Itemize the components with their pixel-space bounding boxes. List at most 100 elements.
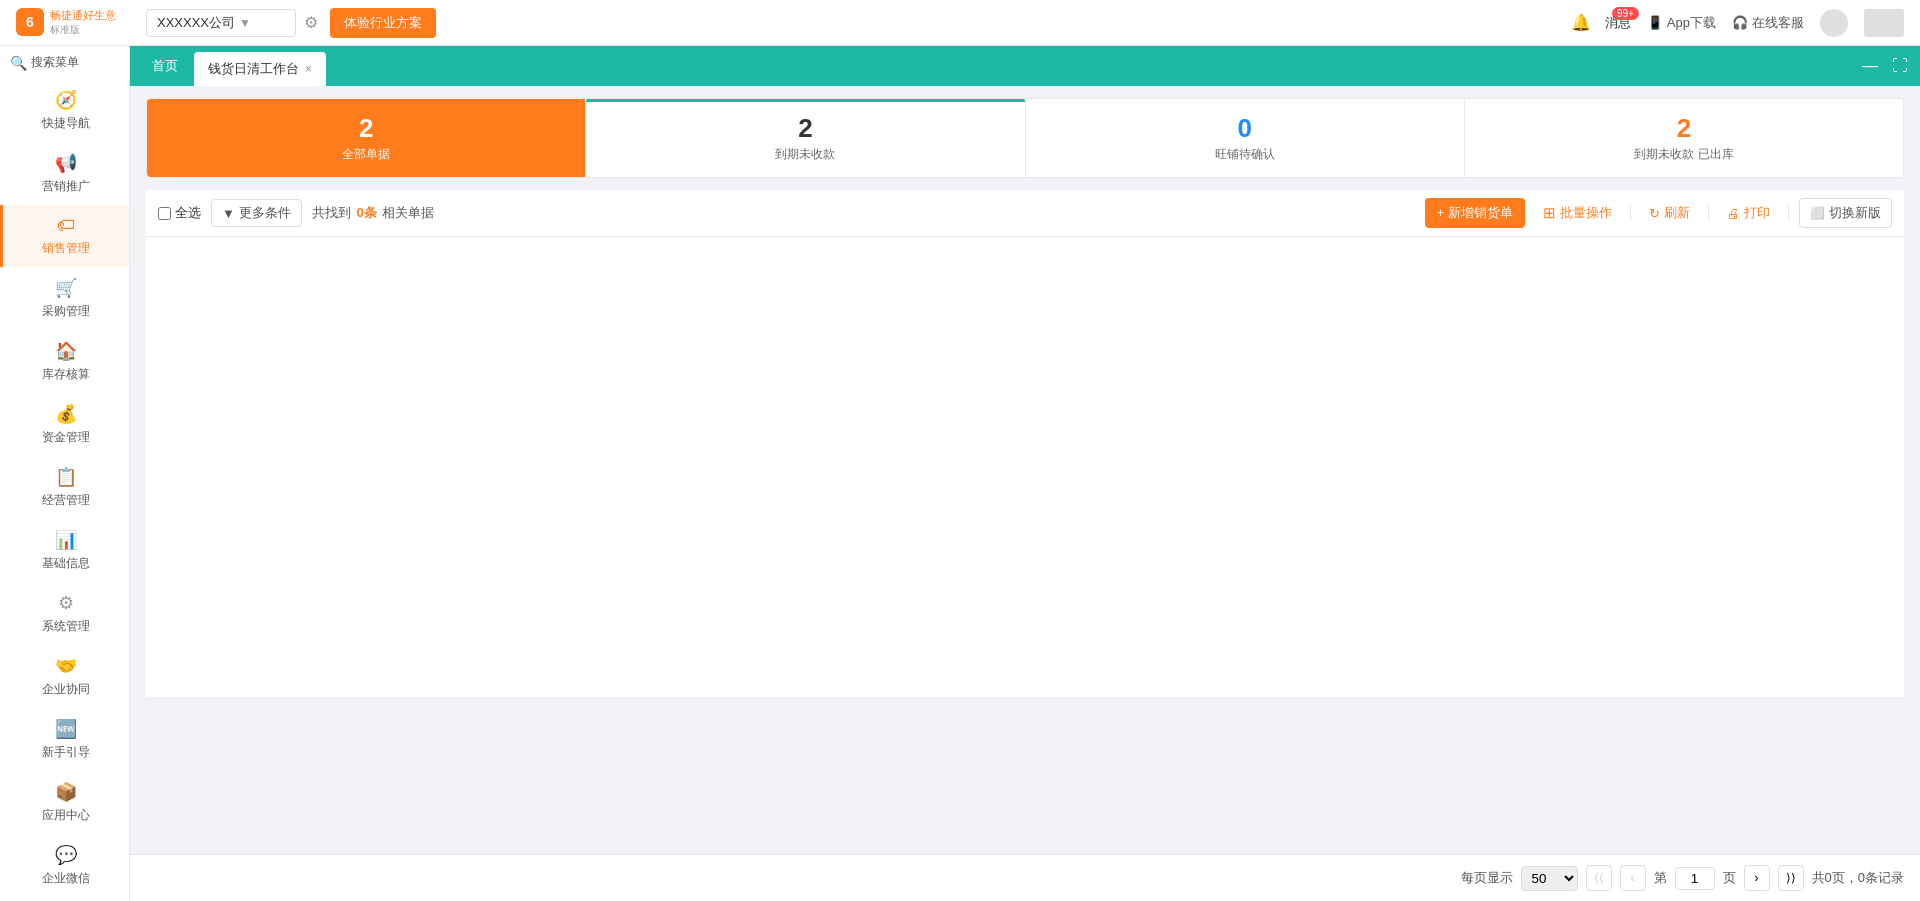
finance-icon: 💰 <box>55 403 77 425</box>
basic-info-icon: 📊 <box>55 529 77 551</box>
notification-badge: 99+ <box>1612 7 1639 20</box>
sidebar-item-guide[interactable]: 🆕 新手引导 <box>0 708 129 771</box>
stat-card-all[interactable]: 2 全部单据 <box>147 99 586 177</box>
stat-card-overdue-out[interactable]: 2 到期未收款 已出库 <box>1465 99 1903 177</box>
filter-icon: ▼ <box>222 206 235 221</box>
stat-overdue-count: 2 <box>606 113 1004 144</box>
toolbar-divider-3 <box>1788 205 1789 221</box>
app-tag: 标准版 <box>50 23 116 37</box>
batch-label: 批量操作 <box>1560 204 1612 222</box>
online-service-label: 在线客服 <box>1752 14 1804 32</box>
sidebar-item-marketing[interactable]: 📢 营销推广 <box>0 142 129 205</box>
page-prev-button[interactable]: ‹ <box>1620 865 1646 891</box>
refresh-icon: ↻ <box>1649 206 1660 221</box>
batch-operation-button[interactable]: ⊞ 批量操作 <box>1535 200 1620 226</box>
toolbar-divider-2 <box>1708 205 1709 221</box>
select-all-label: 全选 <box>175 204 201 222</box>
quick-nav-icon: 🧭 <box>55 89 77 111</box>
system-icon: ⚙ <box>58 592 74 614</box>
found-count: 0条 <box>357 205 377 220</box>
stat-overdue-out-count: 2 <box>1485 113 1883 144</box>
tab-cash-work[interactable]: 钱货日清工作台 × <box>194 52 326 86</box>
sidebar-item-member[interactable]: ✦ 畅会员 <box>0 897 129 901</box>
sidebar-item-sales-label: 销售管理 <box>42 240 90 257</box>
trial-button[interactable]: 体验行业方案 <box>330 8 436 38</box>
sidebar-item-system-label: 系统管理 <box>42 618 90 635</box>
refresh-label: 刷新 <box>1664 204 1690 222</box>
sidebar-item-wechat-label: 企业微信 <box>42 870 90 887</box>
inventory-icon: 🏠 <box>55 340 77 362</box>
content-area: 2 全部单据 2 到期未收款 0 旺铺待确认 2 到期未收款 已出库 <box>130 86 1920 854</box>
top-header: 6 畅捷通好生意 标准版 XXXXXX公司 ▼ ⚙ 体验行业方案 🔔 99+ 消… <box>0 0 1920 46</box>
sidebar-item-finance[interactable]: 💰 资金管理 <box>0 393 129 456</box>
sidebar-item-app-center[interactable]: 📦 应用中心 <box>0 771 129 834</box>
bell-icon: 🔔 <box>1571 13 1591 32</box>
print-button[interactable]: 🖨 打印 <box>1719 200 1778 226</box>
tab-minimize-button[interactable]: — <box>1858 53 1882 79</box>
sidebar-item-inventory-label: 库存核算 <box>42 366 90 383</box>
chevron-down-icon: ▼ <box>239 16 251 30</box>
sidebar-item-enterprise[interactable]: 🤝 企业协同 <box>0 645 129 708</box>
sidebar-item-finance-label: 资金管理 <box>42 429 90 446</box>
page-last-button[interactable]: ⟩⟩ <box>1778 865 1804 891</box>
add-sales-order-button[interactable]: + 新增销货单 <box>1425 198 1525 228</box>
select-all-checkbox[interactable] <box>158 207 171 220</box>
logo-area: 6 畅捷通好生意 标准版 <box>16 8 146 36</box>
stat-wangpu-count: 0 <box>1046 113 1444 144</box>
sidebar-item-basic-info-label: 基础信息 <box>42 555 90 572</box>
switch-label: 切换新版 <box>1829 204 1881 222</box>
sidebar-item-system[interactable]: ⚙ 系统管理 <box>0 582 129 645</box>
company-name: XXXXXX公司 <box>157 14 235 32</box>
sidebar-item-enterprise-label: 企业协同 <box>42 681 90 698</box>
page-first-button[interactable]: ⟨⟨ <box>1586 865 1612 891</box>
filter-label: 更多条件 <box>239 204 291 222</box>
sidebar-item-sales[interactable]: 🏷 销售管理 <box>0 205 129 267</box>
found-prefix: 共找到 <box>312 205 351 220</box>
stat-wangpu-label: 旺铺待确认 <box>1046 146 1444 163</box>
sidebar-item-purchase[interactable]: 🛒 采购管理 <box>0 267 129 330</box>
switch-version-button[interactable]: ⬜ 切换新版 <box>1799 198 1892 228</box>
page-next-button[interactable]: › <box>1744 865 1770 891</box>
app-center-icon: 📦 <box>55 781 77 803</box>
table-area <box>146 237 1904 697</box>
found-suffix: 相关单据 <box>382 205 434 220</box>
sidebar-search[interactable]: 🔍 搜索菜单 <box>0 46 129 79</box>
company-selector[interactable]: XXXXXX公司 ▼ <box>146 9 296 37</box>
stat-card-wangpu[interactable]: 0 旺铺待确认 <box>1026 99 1465 177</box>
wechat-icon: 💬 <box>55 844 77 866</box>
username-area[interactable] <box>1864 9 1904 37</box>
stat-all-count: 2 <box>167 113 565 144</box>
sidebar-item-operation[interactable]: 📋 经营管理 <box>0 456 129 519</box>
filter-button[interactable]: ▼ 更多条件 <box>211 199 302 227</box>
tab-home[interactable]: 首页 <box>138 46 192 86</box>
page-label-last: 页 <box>1723 869 1736 887</box>
sidebar-item-wechat[interactable]: 💬 企业微信 <box>0 834 129 897</box>
main-content: 首页 钱货日清工作台 × — ⛶ 2 全部单据 <box>130 46 1920 901</box>
sidebar-item-guide-label: 新手引导 <box>42 744 90 761</box>
download-icon: 📱 <box>1647 15 1663 30</box>
total-text: 共0页，0条记录 <box>1812 869 1904 887</box>
sidebar-item-inventory[interactable]: 🏠 库存核算 <box>0 330 129 393</box>
sidebar-item-basic-info[interactable]: 📊 基础信息 <box>0 519 129 582</box>
pagination-bar: 每页显示 50 100 200 ⟨⟨ ‹ 第 1 页 › ⟩⟩ 共0页，0条记录 <box>130 854 1920 901</box>
guide-icon: 🆕 <box>55 718 77 740</box>
settings-icon[interactable]: ⚙ <box>304 13 318 32</box>
sidebar-item-marketing-label: 营销推广 <box>42 178 90 195</box>
refresh-button[interactable]: ↻ 刷新 <box>1641 200 1698 226</box>
stat-overdue-label: 到期未收款 <box>606 146 1004 163</box>
sidebar-item-operation-label: 经营管理 <box>42 492 90 509</box>
tab-maximize-button[interactable]: ⛶ <box>1888 53 1912 79</box>
app-download-action[interactable]: 📱 App下载 <box>1647 14 1716 32</box>
avatar[interactable] <box>1820 9 1848 37</box>
notification-area[interactable]: 🔔 99+ 消息 <box>1571 13 1631 32</box>
tab-close-icon[interactable]: × <box>305 62 312 76</box>
stat-card-overdue[interactable]: 2 到期未收款 <box>586 99 1025 177</box>
select-all-area[interactable]: 全选 <box>158 204 201 222</box>
page-input[interactable]: 1 <box>1675 867 1715 890</box>
sidebar-item-quick-nav[interactable]: 🧭 快捷导航 <box>0 79 129 142</box>
print-label: 打印 <box>1744 204 1770 222</box>
stat-all-label: 全部单据 <box>167 146 565 163</box>
online-service-action[interactable]: 🎧 在线客服 <box>1732 14 1804 32</box>
tab-cash-work-label: 钱货日清工作台 <box>208 60 299 78</box>
per-page-select[interactable]: 50 100 200 <box>1521 866 1578 891</box>
